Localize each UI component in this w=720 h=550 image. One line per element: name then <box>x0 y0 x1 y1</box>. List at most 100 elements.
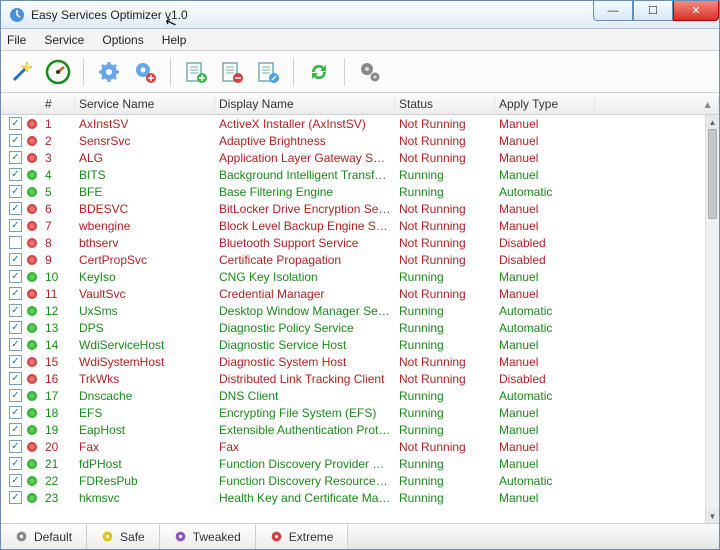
row-checkbox[interactable]: ✓ <box>9 287 22 300</box>
row-checkbox[interactable]: ✓ <box>9 440 22 453</box>
row-status: Running <box>395 270 495 284</box>
menu-options[interactable]: Options <box>102 33 143 47</box>
table-row[interactable]: ✓7wbengineBlock Level Backup Engine Serv… <box>1 217 705 234</box>
table-row[interactable]: ✓5BFEBase Filtering EngineRunningAutomat… <box>1 183 705 200</box>
table-row[interactable]: ✓20FaxFaxNot RunningManuel <box>1 438 705 455</box>
row-checkbox[interactable]: ✓ <box>9 270 22 283</box>
row-checkbox[interactable]: ✓ <box>9 168 22 181</box>
row-checkbox[interactable]: ✓ <box>9 389 22 402</box>
row-checkbox[interactable]: ✓ <box>9 304 22 317</box>
table-row[interactable]: 8bthservBluetooth Support ServiceNot Run… <box>1 234 705 251</box>
table-row[interactable]: ✓3ALGApplication Layer Gateway Ser...Not… <box>1 149 705 166</box>
menu-file[interactable]: File <box>7 33 26 47</box>
row-checkbox[interactable]: ✓ <box>9 372 22 385</box>
row-display-name: CNG Key Isolation <box>215 270 395 284</box>
row-checkbox[interactable]: ✓ <box>9 406 22 419</box>
row-display-name: Certificate Propagation <box>215 253 395 267</box>
col-number[interactable]: # <box>41 97 75 111</box>
row-checkbox[interactable]: ✓ <box>9 202 22 215</box>
menu-service[interactable]: Service <box>44 33 84 47</box>
table-row[interactable]: ✓16TrkWksDistributed Link Tracking Clien… <box>1 370 705 387</box>
tool-gear-icon[interactable] <box>94 57 124 87</box>
row-display-name: Base Filtering Engine <box>215 185 395 199</box>
table-row[interactable]: ✓4BITSBackground Intelligent Transfer...… <box>1 166 705 183</box>
row-service-name: WdiSystemHost <box>75 355 215 369</box>
table-row[interactable]: ✓19EapHostExtensible Authentication Prot… <box>1 421 705 438</box>
row-checkbox[interactable]: ✓ <box>9 219 22 232</box>
tool-refresh-icon[interactable] <box>304 57 334 87</box>
row-apply-type: Manuel <box>495 219 595 233</box>
table-row[interactable]: ✓12UxSmsDesktop Window Manager Sess...Ru… <box>1 302 705 319</box>
scroll-down-icon[interactable]: ▼ <box>706 509 719 523</box>
menu-help[interactable]: Help <box>162 33 187 47</box>
table-row[interactable]: ✓22FDResPubFunction Discovery Resource P… <box>1 472 705 489</box>
status-dot-icon <box>27 476 37 486</box>
maximize-button[interactable]: ☐ <box>633 1 673 21</box>
col-service-name[interactable]: Service Name <box>75 97 215 111</box>
scroll-up-icon[interactable]: ▲ <box>706 115 719 129</box>
scrollbar[interactable]: ▲ ▼ <box>705 115 719 523</box>
table-row[interactable]: ✓18EFSEncrypting File System (EFS)Runnin… <box>1 404 705 421</box>
tab-default[interactable]: Default <box>1 524 87 549</box>
row-apply-type: Manuel <box>495 168 595 182</box>
row-service-name: FDResPub <box>75 474 215 488</box>
tool-wand-icon[interactable] <box>7 57 37 87</box>
row-display-name: Application Layer Gateway Ser... <box>215 151 395 165</box>
tool-gear-add-icon[interactable] <box>130 57 160 87</box>
tool-list-remove-icon[interactable] <box>217 57 247 87</box>
table-row[interactable]: ✓2SensrSvcAdaptive BrightnessNot Running… <box>1 132 705 149</box>
table-row[interactable]: ✓21fdPHostFunction Discovery Provider Ho… <box>1 455 705 472</box>
tab-tweaked[interactable]: Tweaked <box>160 524 256 549</box>
row-status: Not Running <box>395 151 495 165</box>
row-checkbox[interactable]: ✓ <box>9 355 22 368</box>
row-apply-type: Manuel <box>495 338 595 352</box>
row-checkbox[interactable]: ✓ <box>9 151 22 164</box>
table-row[interactable]: ✓14WdiServiceHostDiagnostic Service Host… <box>1 336 705 353</box>
tool-list-edit-icon[interactable] <box>253 57 283 87</box>
minimize-button[interactable]: — <box>593 1 633 21</box>
row-checkbox[interactable] <box>9 236 22 249</box>
row-checkbox[interactable]: ✓ <box>9 423 22 436</box>
table-row[interactable]: ✓10KeyIsoCNG Key IsolationRunningManuel <box>1 268 705 285</box>
tool-settings-icon[interactable] <box>355 57 385 87</box>
row-number: 11 <box>41 287 75 301</box>
row-checkbox[interactable]: ✓ <box>9 338 22 351</box>
table-row[interactable]: ✓23hkmsvcHealth Key and Certificate Man.… <box>1 489 705 506</box>
scroll-thumb[interactable] <box>708 129 717 219</box>
row-apply-type: Manuel <box>495 406 595 420</box>
col-status[interactable]: Status <box>395 97 495 111</box>
row-checkbox[interactable]: ✓ <box>9 134 22 147</box>
table-row[interactable]: ✓17DnscacheDNS ClientRunningAutomatic <box>1 387 705 404</box>
tab-safe[interactable]: Safe <box>87 524 160 549</box>
table-row[interactable]: ✓11VaultSvcCredential ManagerNot Running… <box>1 285 705 302</box>
row-apply-type: Automatic <box>495 304 595 318</box>
table-row[interactable]: ✓1AxInstSVActiveX Installer (AxInstSV)No… <box>1 115 705 132</box>
status-dot-icon <box>27 119 37 129</box>
row-checkbox[interactable]: ✓ <box>9 491 22 504</box>
tab-label: Safe <box>120 530 145 544</box>
row-apply-type: Manuel <box>495 117 595 131</box>
row-number: 9 <box>41 253 75 267</box>
col-display-name[interactable]: Display Name <box>215 97 395 111</box>
row-checkbox[interactable]: ✓ <box>9 457 22 470</box>
row-checkbox[interactable]: ✓ <box>9 117 22 130</box>
status-dot-icon <box>27 289 37 299</box>
tool-speed-icon[interactable] <box>43 57 73 87</box>
row-checkbox[interactable]: ✓ <box>9 321 22 334</box>
status-dot-icon <box>27 136 37 146</box>
table-row[interactable]: ✓9CertPropSvcCertificate PropagationNot … <box>1 251 705 268</box>
table-row[interactable]: ✓15WdiSystemHostDiagnostic System HostNo… <box>1 353 705 370</box>
tab-extreme[interactable]: Extreme <box>256 524 349 549</box>
row-checkbox[interactable]: ✓ <box>9 185 22 198</box>
titlebar[interactable]: Easy Services Optimizer v1.0 ↖ — ☐ ✕ <box>1 1 719 29</box>
close-button[interactable]: ✕ <box>673 1 719 21</box>
row-checkbox[interactable]: ✓ <box>9 253 22 266</box>
row-checkbox[interactable]: ✓ <box>9 474 22 487</box>
table-row[interactable]: ✓13DPSDiagnostic Policy ServiceRunningAu… <box>1 319 705 336</box>
tool-list-add-icon[interactable] <box>181 57 211 87</box>
status-dot-icon <box>27 170 37 180</box>
row-service-name: EapHost <box>75 423 215 437</box>
row-number: 10 <box>41 270 75 284</box>
table-row[interactable]: ✓6BDESVCBitLocker Drive Encryption Servi… <box>1 200 705 217</box>
col-apply-type[interactable]: Apply Type <box>495 97 595 111</box>
